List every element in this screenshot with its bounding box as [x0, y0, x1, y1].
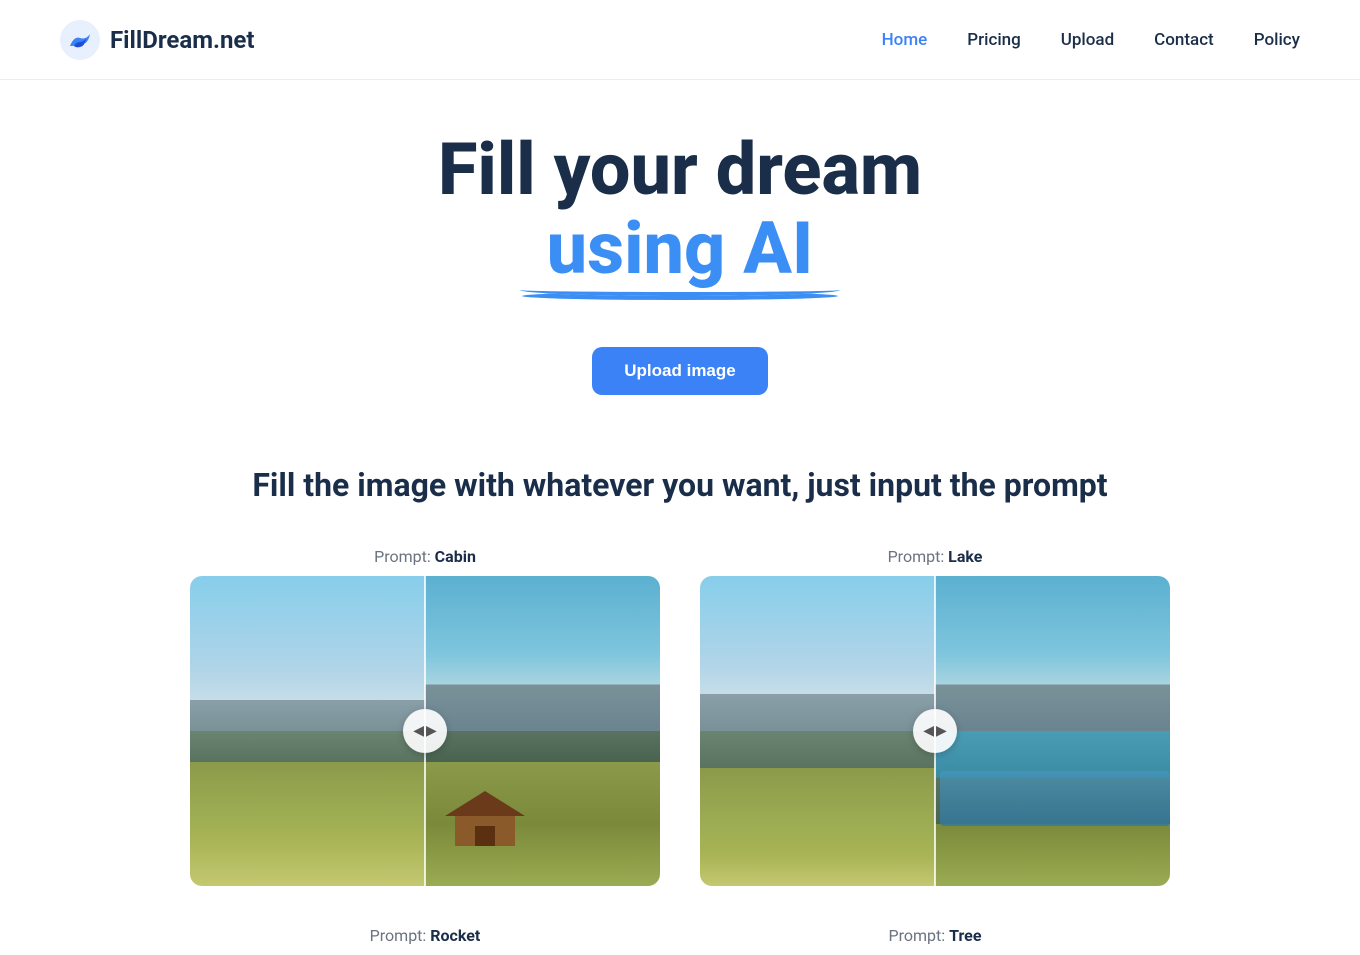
compare-slider-handle-2[interactable]: ◀ ▶	[913, 709, 957, 753]
nav-link-contact[interactable]: Contact	[1154, 30, 1214, 50]
nav-item-upload[interactable]: Upload	[1061, 30, 1114, 50]
hero-title-line2: using AI	[60, 209, 1300, 288]
lake-filled-image	[935, 576, 1170, 886]
bottom-prompts: Prompt: Rocket Prompt: Tree	[0, 926, 1360, 955]
lake-prompt-value: Lake	[948, 547, 982, 566]
lake-water	[940, 771, 1170, 826]
nav-link-upload[interactable]: Upload	[1061, 30, 1114, 50]
lake-prompt-label: Prompt: Lake	[700, 547, 1170, 566]
slider-arrows-2: ◀ ▶	[923, 723, 947, 739]
nav-item-pricing[interactable]: Pricing	[967, 30, 1021, 50]
hero-section: Fill your dream using AI Upload image	[0, 80, 1360, 425]
nav-link-home[interactable]: Home	[882, 30, 928, 50]
bottom-prompt-tree: Prompt: Tree	[700, 926, 1170, 955]
nav-link-policy[interactable]: Policy	[1254, 30, 1300, 50]
nav-link-pricing[interactable]: Pricing	[967, 30, 1021, 50]
cabin-svg	[445, 786, 525, 846]
bottom-prompt-rocket: Prompt: Rocket	[190, 926, 660, 955]
logo-area: FillDream.net	[60, 20, 254, 60]
rocket-prompt-value: Rocket	[430, 926, 480, 945]
subtitle-text: Fill the image with whatever you want, j…	[60, 465, 1300, 507]
examples-section: Prompt: Cabin ◀ ▶	[0, 527, 1360, 926]
brand-name: FillDream.net	[110, 26, 254, 54]
nav-item-home[interactable]: Home	[882, 30, 928, 50]
hero-title-line1: Fill your dream	[60, 130, 1300, 209]
nav-item-policy[interactable]: Policy	[1254, 30, 1300, 50]
lake-image-compare[interactable]: ◀ ▶	[700, 576, 1170, 886]
cabin-prompt-label: Prompt: Cabin	[190, 547, 660, 566]
compare-slider-handle[interactable]: ◀ ▶	[403, 709, 447, 753]
upload-image-button[interactable]: Upload image	[592, 347, 767, 395]
subtitle-section: Fill the image with whatever you want, j…	[0, 425, 1360, 527]
tree-prompt-value: Tree	[949, 926, 981, 945]
nav-links: Home Pricing Upload Contact Policy	[882, 30, 1300, 50]
cabin-filled-image	[425, 576, 660, 886]
example-cabin: Prompt: Cabin ◀ ▶	[190, 547, 660, 886]
cabin-original-image	[190, 576, 425, 886]
example-lake: Prompt: Lake ◀ ▶	[700, 547, 1170, 886]
navbar: FillDream.net Home Pricing Upload Contac…	[0, 0, 1360, 80]
lake-original-image	[700, 576, 935, 886]
slider-arrows: ◀ ▶	[413, 723, 437, 739]
logo-icon	[60, 20, 100, 60]
cabin-prompt-value: Cabin	[435, 547, 476, 566]
nav-item-contact[interactable]: Contact	[1154, 30, 1214, 50]
cabin-image-compare[interactable]: ◀ ▶	[190, 576, 660, 886]
